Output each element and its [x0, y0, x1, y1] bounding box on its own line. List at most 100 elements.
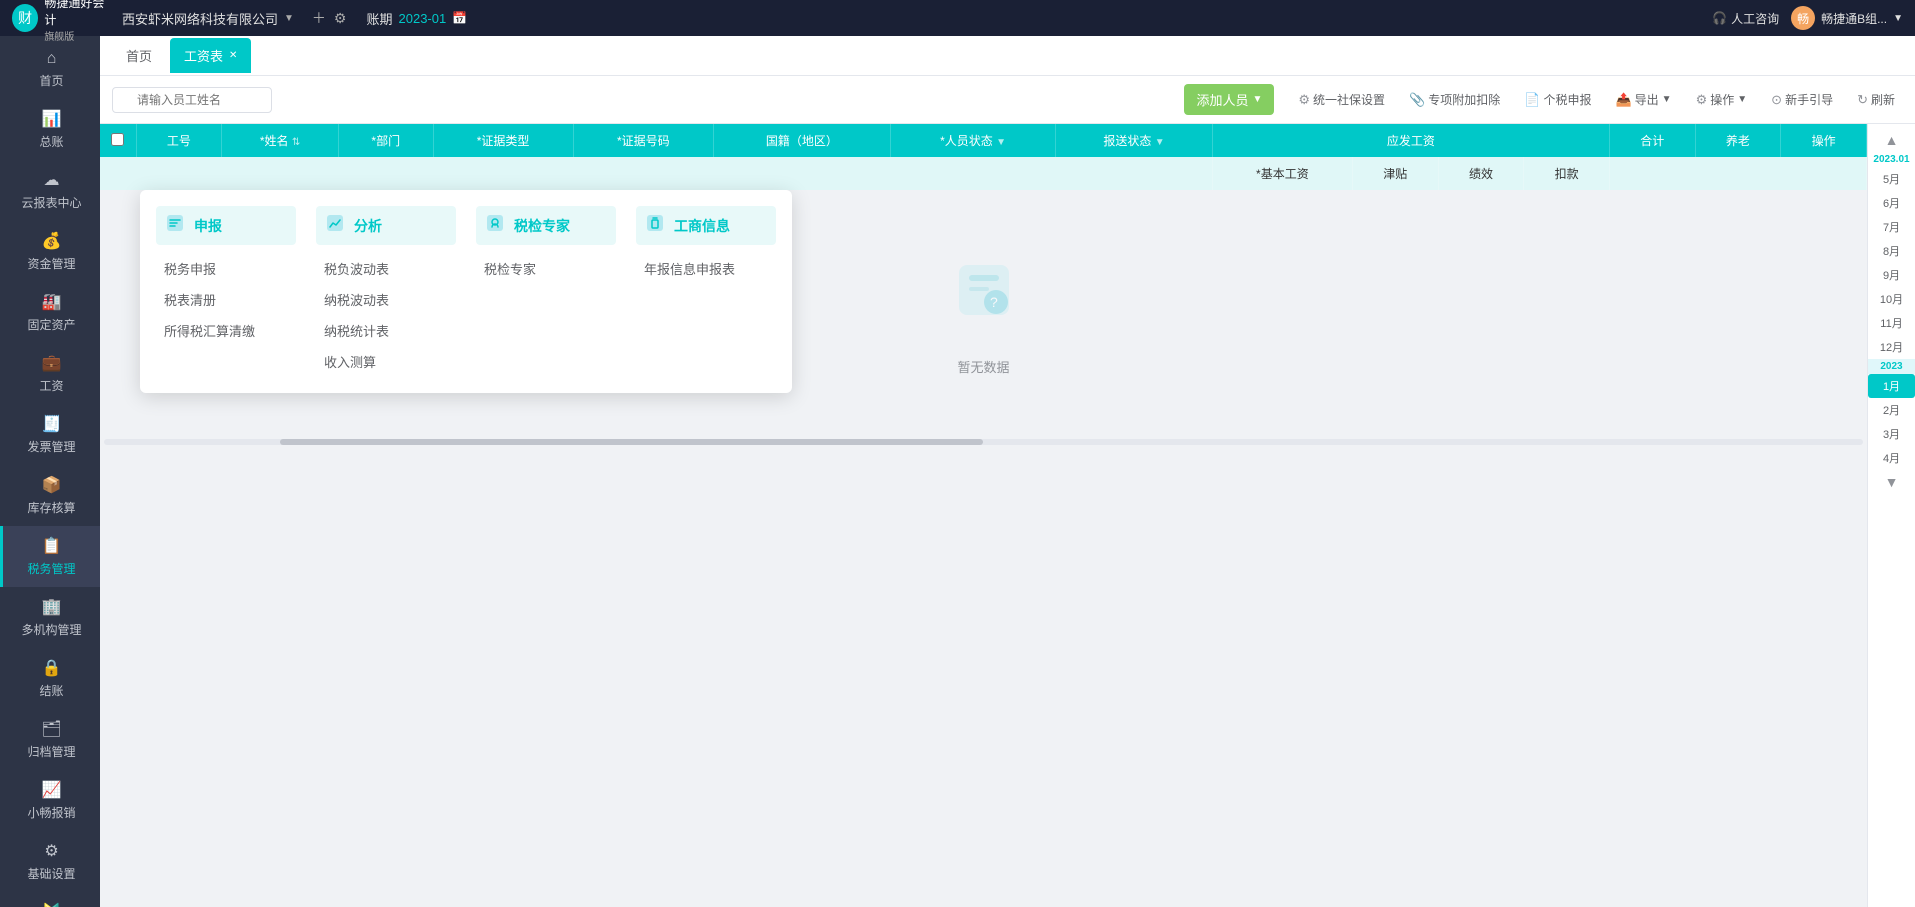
header-dept: *部门	[339, 124, 434, 157]
top-bar-actions: ＋ ⚙	[312, 8, 347, 28]
home-icon: ⌂	[47, 50, 57, 68]
header-checkbox[interactable]	[100, 124, 136, 157]
company-selector[interactable]: 西安虾米网络科技有限公司 ▼	[122, 9, 294, 28]
sidebar-item-inventory[interactable]: 📦 库存核算	[0, 465, 100, 526]
select-all-checkbox[interactable]	[111, 133, 124, 146]
menu-income-tax-clear[interactable]: 所得税汇算清缴	[156, 315, 296, 346]
user-menu[interactable]: 畅 畅捷通B组... ▼	[1791, 6, 1903, 30]
personal-tax-btn[interactable]: 📄 个税申报	[1516, 87, 1599, 112]
header-deduction: 扣款	[1524, 157, 1610, 190]
multi-icon: 🏢	[42, 597, 62, 617]
sidebar-item-tax[interactable]: 📋 税务管理	[0, 526, 100, 587]
search-input[interactable]	[112, 87, 272, 113]
sidebar-item-report[interactable]: 📈 小畅报销	[0, 770, 100, 831]
scroll-thumb[interactable]	[280, 439, 984, 445]
menu-annual-report[interactable]: 年报信息申报表	[636, 253, 776, 284]
menu-tax-dynamic[interactable]: 纳税波动表	[316, 284, 456, 315]
menu-tax-declaration[interactable]: 税务申报	[156, 253, 296, 284]
sidebar-item-basic[interactable]: ⚙ 基础设置	[0, 831, 100, 892]
table-header-row1: 工号 *姓名 ⇅ *部门 *证据类型 *证据号码 国籍（地区） *人员状态	[100, 124, 1867, 157]
timeline-month-1[interactable]: 1月	[1868, 374, 1915, 398]
menu-tax-expert[interactable]: 税检专家	[476, 253, 616, 284]
timeline-month-6[interactable]: 6月	[1868, 191, 1915, 215]
sidebar-item-invoice[interactable]: 🧾 发票管理	[0, 404, 100, 465]
add-person-button[interactable]: 添加人员 ▼	[1184, 84, 1274, 115]
sidebar-label-archive: 归档管理	[27, 743, 75, 760]
timeline-month-7[interactable]: 7月	[1868, 215, 1915, 239]
settings-icon[interactable]: ⚙	[334, 10, 347, 27]
timeline-month-9[interactable]: 9月	[1868, 263, 1915, 287]
closing-icon: 🔒	[42, 658, 62, 678]
operations-chevron-icon: ▼	[1737, 94, 1747, 105]
calendar-icon[interactable]: 📅	[452, 11, 467, 25]
timeline-month-2[interactable]: 2月	[1868, 398, 1915, 422]
sidebar-item-assets[interactable]: 🏭 固定资产	[0, 282, 100, 343]
menu-income-estimate[interactable]: 收入测算	[316, 346, 456, 377]
header-actions: 操作	[1781, 124, 1867, 157]
section-header-analysis: 分析	[316, 206, 456, 245]
header-pension: 养老	[1695, 124, 1781, 157]
social-security-btn[interactable]: ⚙ 统一社保设置	[1290, 87, 1393, 112]
sidebar-label-basic: 基础设置	[27, 865, 75, 882]
name-sort-icon[interactable]: ⇅	[292, 137, 300, 148]
header-performance: 绩效	[1438, 157, 1524, 190]
menu-tax-table[interactable]: 税表清册	[156, 284, 296, 315]
sidebar-label-funds: 资金管理	[27, 255, 75, 272]
sidebar-item-home[interactable]: ⌂ 首页	[0, 40, 100, 99]
sidebar-item-multi[interactable]: 🏢 多机构管理	[0, 587, 100, 648]
sidebar-item-funds[interactable]: 💰 资金管理	[0, 221, 100, 282]
cloud-icon: ☁	[44, 170, 60, 190]
tab-bar: 首页 工资表 ✕	[100, 36, 1915, 76]
empty-icon: ?	[944, 250, 1024, 345]
invoice-icon: 🧾	[42, 414, 62, 434]
report-status-filter-icon[interactable]: ▼	[1155, 137, 1165, 148]
sidebar-item-cloud[interactable]: ☁ 云报表中心	[0, 160, 100, 221]
dropdown-section-business-info: 工商信息 年报信息申报表	[636, 206, 776, 377]
tab-close-icon[interactable]: ✕	[229, 50, 237, 61]
tax-icon: 📋	[42, 536, 62, 556]
section-title-declaration: 申报	[194, 216, 222, 236]
add-icon[interactable]: ＋	[312, 8, 326, 28]
scroll-track	[104, 439, 1863, 445]
timeline-month-4[interactable]: 4月	[1868, 446, 1915, 470]
sidebar-item-ledger[interactable]: 📊 总账	[0, 99, 100, 160]
social-icon: ⚙	[1298, 92, 1310, 108]
timeline-month-10[interactable]: 10月	[1868, 287, 1915, 311]
sidebar-item-closing[interactable]: 🔒 结账	[0, 648, 100, 709]
section-header-business-info: 工商信息	[636, 206, 776, 245]
export-chevron-icon: ▼	[1662, 94, 1672, 105]
tab-home[interactable]: 首页	[112, 38, 166, 73]
sidebar-label-inventory: 库存核算	[27, 499, 75, 516]
assets-icon: 🏭	[42, 292, 62, 312]
app-logo: 财 畅捷通好会计 旗舰版	[12, 0, 112, 43]
tab-salary-table[interactable]: 工资表 ✕	[170, 38, 251, 73]
timeline-down-arrow[interactable]: ▼	[1881, 470, 1903, 494]
operations-btn[interactable]: ⚙ 操作 ▼	[1688, 87, 1756, 112]
timeline-panel: ▲ 2023.01 5月 6月 7月 8月 9月 10月 11月 12月 202…	[1867, 124, 1915, 907]
timeline-up-arrow[interactable]: ▲	[1881, 128, 1903, 152]
analysis-icon	[324, 212, 346, 239]
status-filter-icon[interactable]: ▼	[996, 137, 1006, 148]
sidebar-label-salary: 工资	[39, 377, 63, 394]
horizontal-scrollbar[interactable]	[100, 436, 1867, 448]
timeline-month-3[interactable]: 3月	[1868, 422, 1915, 446]
dropdown-section-tax-expert: 税检专家 税检专家	[476, 206, 616, 377]
special-deduction-btn[interactable]: 📎 专项附加扣除	[1401, 87, 1508, 112]
guide-btn[interactable]: ⊙ 新手引导	[1763, 87, 1841, 112]
tab-salary-label: 工资表	[184, 46, 223, 65]
table-header-row2: *基本工资 津贴 绩效 扣款	[100, 157, 1867, 190]
export-btn[interactable]: 📤 导出 ▼	[1607, 87, 1679, 112]
refresh-btn[interactable]: ↻ 刷新	[1849, 87, 1903, 112]
service-btn[interactable]: 🎧 人工咨询	[1712, 10, 1779, 27]
sidebar-item-salary[interactable]: 💼 工资	[0, 343, 100, 404]
timeline-month-5[interactable]: 5月	[1868, 167, 1915, 191]
sidebar-item-guide[interactable]: 🔰 新手引导	[0, 892, 100, 907]
timeline-month-8[interactable]: 8月	[1868, 239, 1915, 263]
menu-tax-stat[interactable]: 纳税统计表	[316, 315, 456, 346]
sidebar-item-archive[interactable]: 🗂 归档管理	[0, 709, 100, 770]
dropdown-section-declaration: 申报 税务申报 税表清册 所得税汇算清缴	[156, 206, 296, 377]
timeline-month-12[interactable]: 12月	[1868, 335, 1915, 359]
menu-tax-burden[interactable]: 税负波动表	[316, 253, 456, 284]
timeline-month-11[interactable]: 11月	[1868, 311, 1915, 335]
user-chevron-icon: ▼	[1893, 13, 1903, 24]
